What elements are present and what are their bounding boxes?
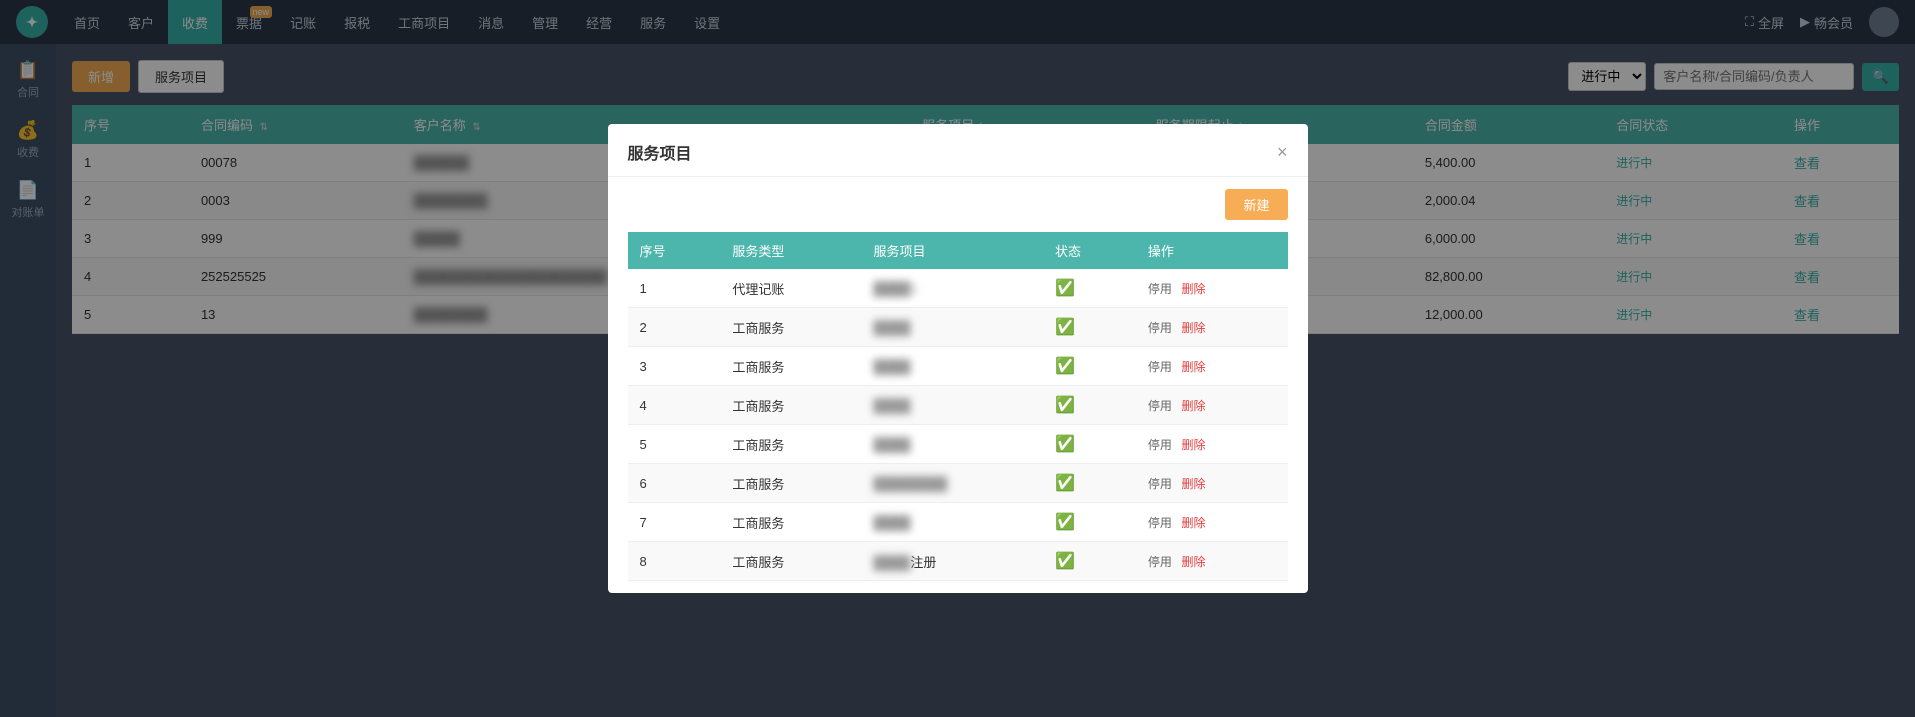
- list-item: 6 工商服务 ████████ ✅ 停用 删除: [628, 464, 1288, 503]
- modal-col-item: 服务项目: [862, 232, 1043, 269]
- modal-col-status: 状态: [1043, 232, 1136, 269]
- delete-button-6[interactable]: 删除: [1181, 477, 1205, 491]
- modal-toolbar: 新建: [628, 189, 1288, 220]
- delete-button-2[interactable]: 删除: [1181, 321, 1205, 335]
- modal-col-type: 服务类型: [720, 232, 861, 269]
- stop-button-8[interactable]: 停用: [1148, 555, 1172, 569]
- list-item: 4 工商服务 ████ ✅ 停用 删除: [628, 386, 1288, 425]
- status-check-2: ✅: [1055, 319, 1075, 336]
- modal-title: 服务项目: [628, 140, 692, 164]
- stop-button-4[interactable]: 停用: [1148, 399, 1172, 413]
- status-check-7: ✅: [1055, 514, 1075, 531]
- delete-button-1[interactable]: 删除: [1181, 282, 1205, 296]
- stop-button-3[interactable]: 停用: [1148, 360, 1172, 374]
- status-check-1: ✅: [1055, 280, 1075, 297]
- list-item: 5 工商服务 ████ ✅ 停用 删除: [628, 425, 1288, 464]
- modal-new-button[interactable]: 新建: [1225, 189, 1287, 220]
- modal-col-action: 操作: [1136, 232, 1288, 269]
- service-item-modal: 服务项目 × 新建 序号 服务类型 服务项目 状态 操作: [608, 124, 1308, 593]
- modal-close-button[interactable]: ×: [1277, 143, 1288, 161]
- list-item: 2 工商服务 ████ ✅ 停用 删除: [628, 308, 1288, 347]
- delete-button-7[interactable]: 删除: [1181, 516, 1205, 530]
- status-check-6: ✅: [1055, 475, 1075, 492]
- list-item: 7 工商服务 ████ ✅ 停用 删除: [628, 503, 1288, 542]
- status-check-8: ✅: [1055, 553, 1075, 570]
- modal-overlay: 服务项目 × 新建 序号 服务类型 服务项目 状态 操作: [0, 0, 1915, 717]
- service-item-table: 序号 服务类型 服务项目 状态 操作 1 代理记账 ████1 ✅: [628, 232, 1288, 581]
- delete-button-3[interactable]: 删除: [1181, 360, 1205, 374]
- delete-button-8[interactable]: 删除: [1181, 555, 1205, 569]
- list-item: 3 工商服务 ████ ✅ 停用 删除: [628, 347, 1288, 386]
- list-item: 1 代理记账 ████1 ✅ 停用 删除: [628, 269, 1288, 308]
- service-item-table-body: 1 代理记账 ████1 ✅ 停用 删除 2 工商服务: [628, 269, 1288, 581]
- stop-button-2[interactable]: 停用: [1148, 321, 1172, 335]
- stop-button-5[interactable]: 停用: [1148, 438, 1172, 452]
- delete-button-4[interactable]: 删除: [1181, 399, 1205, 413]
- list-item: 8 工商服务 ████注册 ✅ 停用 删除: [628, 542, 1288, 581]
- status-check-5: ✅: [1055, 436, 1075, 453]
- delete-button-5[interactable]: 删除: [1181, 438, 1205, 452]
- service-item-table-header: 序号 服务类型 服务项目 状态 操作: [628, 232, 1288, 269]
- modal-scroll-area[interactable]: 序号 服务类型 服务项目 状态 操作 1 代理记账 ████1 ✅: [628, 232, 1288, 581]
- modal-header: 服务项目 ×: [608, 124, 1308, 177]
- stop-button-7[interactable]: 停用: [1148, 516, 1172, 530]
- stop-button-1[interactable]: 停用: [1148, 282, 1172, 296]
- status-check-3: ✅: [1055, 358, 1075, 375]
- modal-col-seq: 序号: [628, 232, 721, 269]
- status-check-4: ✅: [1055, 397, 1075, 414]
- modal-body: 新建 序号 服务类型 服务项目 状态 操作: [608, 177, 1308, 593]
- stop-button-6[interactable]: 停用: [1148, 477, 1172, 491]
